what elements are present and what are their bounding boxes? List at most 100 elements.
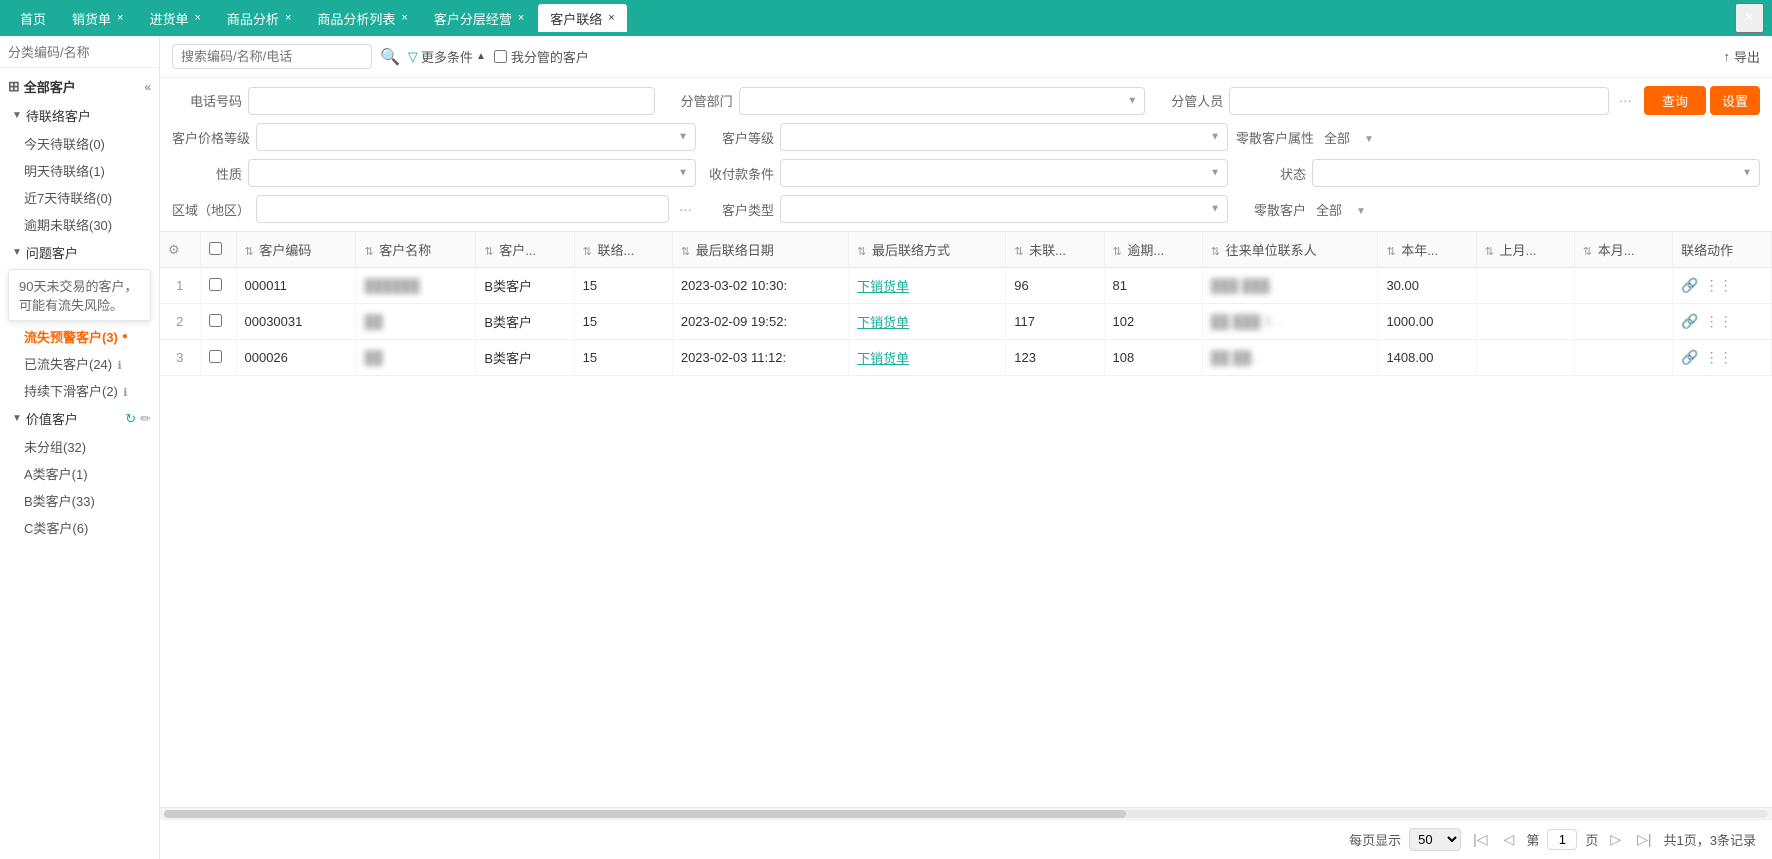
scrollbar-track[interactable] — [164, 810, 1768, 818]
filter-payment-select[interactable] — [780, 159, 1228, 187]
last-method-link[interactable]: 下销货单 — [857, 351, 909, 366]
my-customers-checkbox[interactable] — [494, 50, 507, 63]
col-code[interactable]: ⇅ 客户编码 — [236, 232, 356, 268]
row-checkbox-cell[interactable] — [200, 340, 236, 376]
sidebar-item-7days[interactable]: 近7天待联络(0) — [0, 184, 159, 211]
last-method-link[interactable]: 下销货单 — [857, 315, 909, 330]
col-unit-contact[interactable]: ⇅ 往来单位联系人 — [1202, 232, 1378, 268]
filter-phone-input[interactable] — [248, 87, 655, 115]
row-last-method[interactable]: 下销货单 — [849, 268, 1006, 304]
filter-manager-input[interactable] — [1229, 87, 1609, 115]
filter-customer-type-select[interactable] — [780, 195, 1228, 223]
current-page-input[interactable] — [1547, 829, 1577, 850]
sidebar-item-churn-warning[interactable]: 流失预警客户(3) ● — [0, 323, 159, 350]
row-checkbox-cell[interactable] — [200, 304, 236, 340]
row-checkbox[interactable] — [209, 278, 222, 291]
filter-nature-select[interactable] — [248, 159, 696, 187]
sidebar-item-declining[interactable]: 持续下滑客户(2) ℹ — [0, 377, 159, 404]
row-last-method[interactable]: 下销货单 — [849, 340, 1006, 376]
sidebar-item-class-b[interactable]: B类客户(33) — [0, 487, 159, 514]
filter-region-input[interactable] — [256, 195, 669, 223]
tab-customer-seg[interactable]: 客户分层经营 × — [422, 4, 536, 32]
action-more-icon[interactable]: ⋮⋮ — [1705, 313, 1733, 330]
col-no-contact[interactable]: ⇅ 未联... — [1006, 232, 1104, 268]
row-last-method[interactable]: 下销货单 — [849, 304, 1006, 340]
row-checkbox[interactable] — [209, 350, 222, 363]
col-contact[interactable]: ⇅ 联络... — [574, 232, 672, 268]
sidebar-group-pending[interactable]: ▼ 待联络客户 — [0, 101, 159, 130]
col-last-method[interactable]: ⇅ 最后联络方式 — [849, 232, 1006, 268]
settings-button[interactable]: 设置 — [1710, 86, 1760, 115]
action-link-icon[interactable]: 🔗 — [1681, 349, 1698, 366]
filter-search-input[interactable] — [172, 44, 372, 69]
action-more-icon[interactable]: ⋮⋮ — [1705, 277, 1733, 294]
row-last-date: 2023-03-02 10:30: — [672, 268, 848, 304]
query-button[interactable]: 查询 — [1644, 86, 1706, 115]
filter-price-level-select[interactable] — [256, 123, 696, 151]
region-dots-icon[interactable]: ··· — [675, 202, 696, 217]
sidebar-item-class-c[interactable]: C类客户(6) — [0, 514, 159, 541]
col-this-month[interactable]: ⇅ 本月... — [1574, 232, 1672, 268]
tab-sales[interactable]: 销货单 × — [60, 4, 135, 32]
filter-status-select[interactable] — [1312, 159, 1760, 187]
export-button[interactable]: ↑ 导出 — [1723, 47, 1760, 66]
row-unit-contact: ██ ██... — [1202, 340, 1378, 376]
sidebar-item-ungrouped[interactable]: 未分组(32) — [0, 433, 159, 460]
tab-customer-link[interactable]: 客户联络 × — [538, 4, 626, 32]
filter-search-button[interactable]: 🔍 — [380, 47, 400, 67]
page-size-select[interactable]: 50 100 200 — [1409, 828, 1461, 851]
next-page-button[interactable]: ▷ — [1606, 829, 1625, 850]
tab-customer-seg-close[interactable]: × — [518, 12, 524, 24]
filter-more-button[interactable]: ▽ 更多条件 ▲ — [408, 47, 486, 66]
tab-analysis-close[interactable]: × — [285, 12, 291, 24]
action-link-icon[interactable]: 🔗 — [1681, 313, 1698, 330]
col-last-date[interactable]: ⇅ 最后联络日期 — [672, 232, 848, 268]
sidebar-collapse-icon[interactable]: « — [144, 80, 151, 94]
action-more-icon[interactable]: ⋮⋮ — [1705, 349, 1733, 366]
tab-analysis-list[interactable]: 商品分析列表 × — [305, 4, 419, 32]
table-row: 2 00030031 ██ B类客户 15 2023-02-09 19:52: … — [160, 304, 1772, 340]
sidebar-item-class-a[interactable]: A类客户(1) — [0, 460, 159, 487]
sidebar-item-churned[interactable]: 已流失客户(24) ℹ — [0, 350, 159, 377]
my-customers-checkbox-wrap[interactable]: 我分管的客户 — [494, 47, 589, 66]
first-page-button[interactable]: |◁ — [1469, 829, 1491, 850]
col-name[interactable]: ⇅ 客户名称 — [356, 232, 476, 268]
tab-analysis-list-close[interactable]: × — [401, 12, 407, 24]
window-close-button[interactable]: × — [1735, 3, 1764, 33]
sidebar-search-input[interactable] — [8, 45, 160, 60]
sidebar-item-overdue[interactable]: 逾期未联络(30) — [0, 211, 159, 238]
last-method-link[interactable]: 下销货单 — [857, 279, 909, 294]
row-type: B类客户 — [476, 340, 574, 376]
tab-purchase-close[interactable]: × — [194, 12, 200, 24]
refresh-icon[interactable]: ↻ — [125, 411, 136, 427]
manager-dots-icon[interactable]: ··· — [1615, 93, 1636, 108]
col-this-year[interactable]: ⇅ 本年... — [1378, 232, 1476, 268]
sidebar-group-value[interactable]: ▼ 价值客户 ↻ ✏ — [0, 404, 159, 433]
tab-purchase[interactable]: 进货单 × — [137, 4, 212, 32]
edit-icon[interactable]: ✏ — [140, 411, 151, 427]
col-checkbox[interactable] — [200, 232, 236, 268]
sidebar-root-all-customers[interactable]: ⊞ 全部客户 « — [0, 72, 159, 101]
sidebar-item-tomorrow[interactable]: 明天待联络(1) — [0, 157, 159, 184]
sidebar-item-today[interactable]: 今天待联络(0) — [0, 130, 159, 157]
tab-customer-link-close[interactable]: × — [608, 12, 614, 24]
filter-dept-select[interactable] — [739, 87, 1146, 115]
tab-analysis[interactable]: 商品分析 × — [215, 4, 303, 32]
col-overdue[interactable]: ⇅ 逾期... — [1104, 232, 1202, 268]
col-type[interactable]: ⇅ 客户... — [476, 232, 574, 268]
tab-home[interactable]: 首页 — [8, 4, 58, 32]
scrollbar-thumb[interactable] — [164, 810, 1126, 818]
select-all-checkbox[interactable] — [209, 242, 222, 255]
prev-page-button[interactable]: ◁ — [1500, 829, 1519, 850]
action-link-icon[interactable]: 🔗 — [1681, 277, 1698, 294]
last-page-button[interactable]: ▷| — [1633, 829, 1655, 850]
tab-sales-close[interactable]: × — [117, 12, 123, 24]
row-checkbox-cell[interactable] — [200, 268, 236, 304]
filter-dept-select-wrap: ▼ — [739, 87, 1146, 115]
col-settings[interactable]: ⚙ — [160, 232, 200, 268]
col-last-month[interactable]: ⇅ 上月... — [1476, 232, 1574, 268]
row-checkbox[interactable] — [209, 314, 222, 327]
sidebar-group-problem[interactable]: ▼ 问题客户 — [0, 238, 159, 267]
filter-customer-level-select[interactable] — [780, 123, 1228, 151]
horizontal-scrollbar[interactable] — [160, 807, 1772, 819]
